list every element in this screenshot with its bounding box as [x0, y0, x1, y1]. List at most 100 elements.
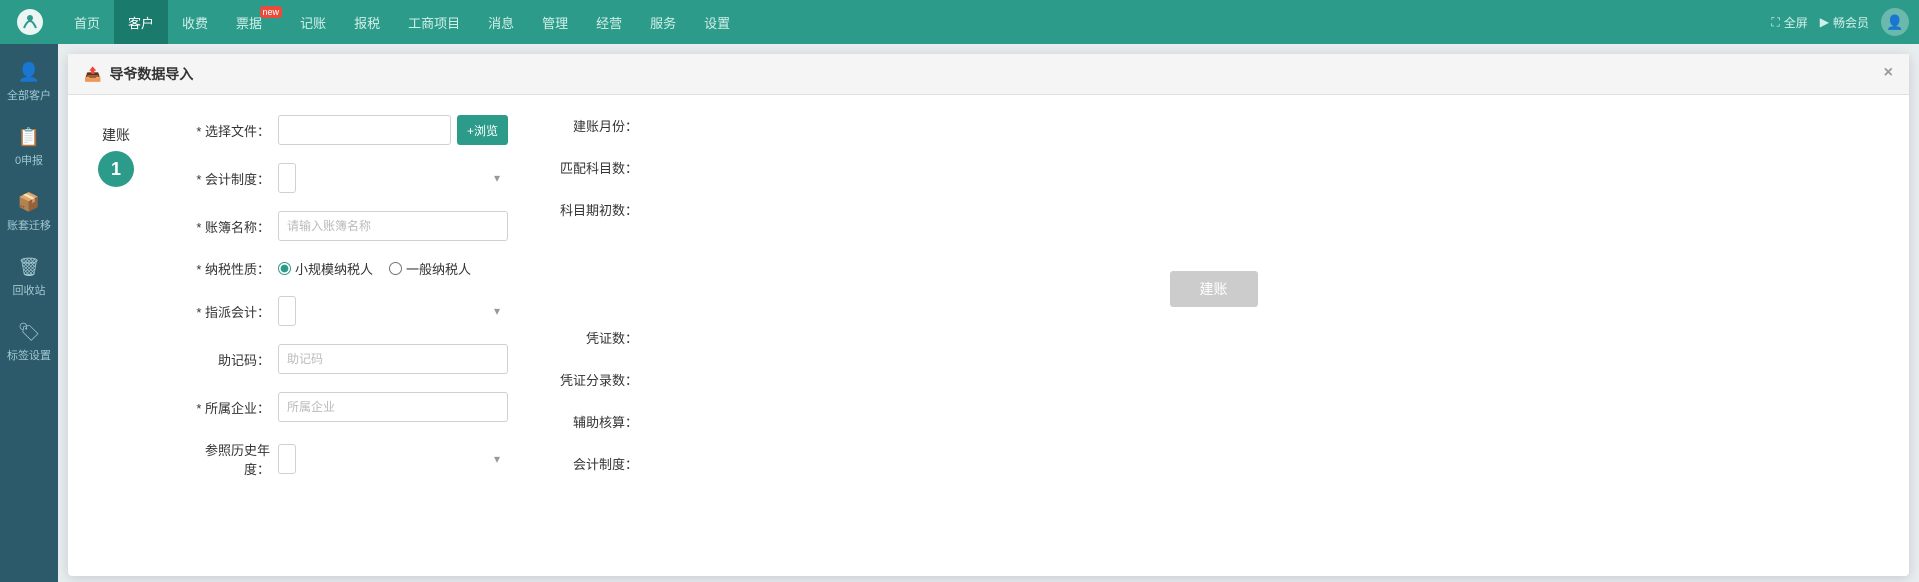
match-label: 匹配科目数： [548, 158, 638, 177]
accounting-label: * 会计制度： [180, 169, 270, 188]
company-input[interactable] [278, 392, 508, 422]
tax-small-scale-label[interactable]: 小规模纳税人 [278, 259, 373, 278]
voucher-value [646, 327, 1879, 347]
aux-label: 辅助核算： [548, 412, 638, 431]
match-row: 匹配科目数： [548, 157, 1879, 177]
dialog-body: 建账 1 * 选择文件： +浏览 [68, 95, 1909, 516]
month-row: 建账月份： [548, 115, 1879, 135]
match-value [646, 157, 1879, 177]
build-account-button[interactable]: 建账 [1170, 271, 1258, 307]
file-label: * 选择文件： [180, 121, 270, 140]
company-row: * 所属企业： [180, 392, 508, 422]
top-nav: 首页 客户 收费 票据 new 记账 报税 工商项目 消息 管理 经营 服务 设… [0, 0, 1919, 44]
sidebar-item-tags[interactable]: 🏷 标签设置 [0, 312, 58, 373]
tax-label: * 纳税性质： [180, 259, 270, 278]
file-input-group: +浏览 [278, 115, 508, 145]
nav-settings[interactable]: 设置 [690, 0, 744, 44]
build-btn-row: 建账 [548, 241, 1879, 307]
accountant-select-wrapper [278, 296, 508, 326]
vip-icon: ▶ [1820, 15, 1829, 29]
voucher-label: 凭证数： [548, 328, 638, 347]
nav-customer[interactable]: 客户 [114, 0, 168, 44]
memo-row: 助记码： [180, 344, 508, 374]
initial-label: 科目期初数： [548, 200, 638, 219]
sidebar-item-all-customers[interactable]: 👤 全部客户 [0, 52, 58, 113]
layout: 👤 全部客户 📋 0申报 📦 账套迁移 🗑 回收站 🏷 标签设置 📤 导爷数据导… [0, 44, 1919, 582]
system-row: 会计制度： [548, 453, 1879, 473]
tags-icon: 🏷 [18, 322, 41, 343]
nav-message[interactable]: 消息 [474, 0, 528, 44]
recycle-icon: 🗑 [18, 257, 41, 278]
system-value [646, 453, 1879, 473]
new-badge: new [260, 6, 283, 18]
initial-value [646, 199, 1879, 219]
info-panel: 建账月份： 匹配科目数： 科目期初数： 建账 [508, 115, 1879, 496]
history-select[interactable] [278, 444, 296, 474]
memo-input[interactable] [278, 344, 508, 374]
form-section: * 选择文件： +浏览 * 会计制度： [180, 115, 508, 496]
step-label: 建账 [102, 125, 130, 145]
nav-fees[interactable]: 收费 [168, 0, 222, 44]
nav-bookkeeping[interactable]: 记账 [286, 0, 340, 44]
main-content: 📤 导爷数据导入 × 建账 1 * 选择文件： [58, 44, 1919, 582]
nav-manage[interactable]: 管理 [528, 0, 582, 44]
dialog: 📤 导爷数据导入 × 建账 1 * 选择文件： [68, 54, 1909, 576]
nav-service[interactable]: 服务 [636, 0, 690, 44]
tax-radio-group: 小规模纳税人 一般纳税人 [278, 259, 508, 278]
ledger-label: * 账簿名称： [180, 217, 270, 236]
file-input[interactable] [278, 115, 451, 145]
nav-invoice[interactable]: 票据 new [222, 0, 286, 44]
zero-report-icon: 📋 [18, 127, 40, 148]
sidebar-item-zero-report[interactable]: 📋 0申报 [0, 117, 58, 178]
aux-value [646, 411, 1879, 431]
migration-icon: 📦 [18, 192, 40, 213]
fullscreen-btn[interactable]: ⛶ 全屏 [1771, 14, 1807, 31]
avatar-icon: 👤 [1886, 14, 1903, 31]
ledger-input[interactable] [278, 211, 508, 241]
aux-row: 辅助核算： [548, 411, 1879, 431]
history-select-wrapper [278, 444, 508, 474]
accounting-row: * 会计制度： [180, 163, 508, 193]
tax-small-scale-radio[interactable] [278, 262, 291, 275]
fullscreen-icon: ⛶ [1771, 15, 1779, 30]
sidebar-item-recycle[interactable]: 🗑 回收站 [0, 247, 58, 308]
initial-row: 科目期初数： [548, 199, 1879, 219]
accountant-select[interactable] [278, 296, 296, 326]
accountant-label: * 指派会计： [180, 302, 270, 321]
history-label: 参照历史年度： [180, 440, 270, 478]
import-icon: 📤 [84, 66, 101, 83]
accounting-select[interactable] [278, 163, 296, 193]
nav-items: 首页 客户 收费 票据 new 记账 报税 工商项目 消息 管理 经营 服务 设… [60, 0, 1771, 44]
history-row: 参照历史年度： [180, 440, 508, 478]
file-row: * 选择文件： +浏览 [180, 115, 508, 145]
voucher-row: 凭证数： [548, 327, 1879, 347]
all-customers-icon: 👤 [18, 62, 40, 83]
vip-btn[interactable]: ▶ 畅会员 [1820, 14, 1869, 31]
nav-home[interactable]: 首页 [60, 0, 114, 44]
memo-label: 助记码： [180, 350, 270, 369]
voucher-records-value [646, 369, 1879, 389]
step-circle: 1 [98, 151, 134, 187]
month-label: 建账月份： [548, 116, 638, 135]
nav-operation[interactable]: 经营 [582, 0, 636, 44]
company-label: * 所属企业： [180, 398, 270, 417]
dialog-title: 导爷数据导入 [109, 64, 193, 84]
tax-general-label[interactable]: 一般纳税人 [389, 259, 471, 278]
accountant-row: * 指派会计： [180, 296, 508, 326]
sidebar: 👤 全部客户 📋 0申报 📦 账套迁移 🗑 回收站 🏷 标签设置 [0, 44, 58, 582]
browse-button[interactable]: +浏览 [457, 115, 508, 145]
ledger-row: * 账簿名称： [180, 211, 508, 241]
accounting-select-wrapper [278, 163, 508, 193]
step-section: 建账 1 [98, 115, 134, 187]
voucher-records-row: 凭证分录数： [548, 369, 1879, 389]
tax-general-radio[interactable] [389, 262, 402, 275]
system-label: 会计制度： [548, 454, 638, 473]
nav-business[interactable]: 工商项目 [394, 0, 474, 44]
month-value [646, 115, 1879, 135]
nav-tax[interactable]: 报税 [340, 0, 394, 44]
tax-row: * 纳税性质： 小规模纳税人 一般纳税人 [180, 259, 508, 278]
logo [10, 2, 50, 42]
avatar[interactable]: 👤 [1881, 8, 1909, 36]
sidebar-item-migration[interactable]: 📦 账套迁移 [0, 182, 58, 243]
close-button[interactable]: × [1884, 64, 1893, 82]
